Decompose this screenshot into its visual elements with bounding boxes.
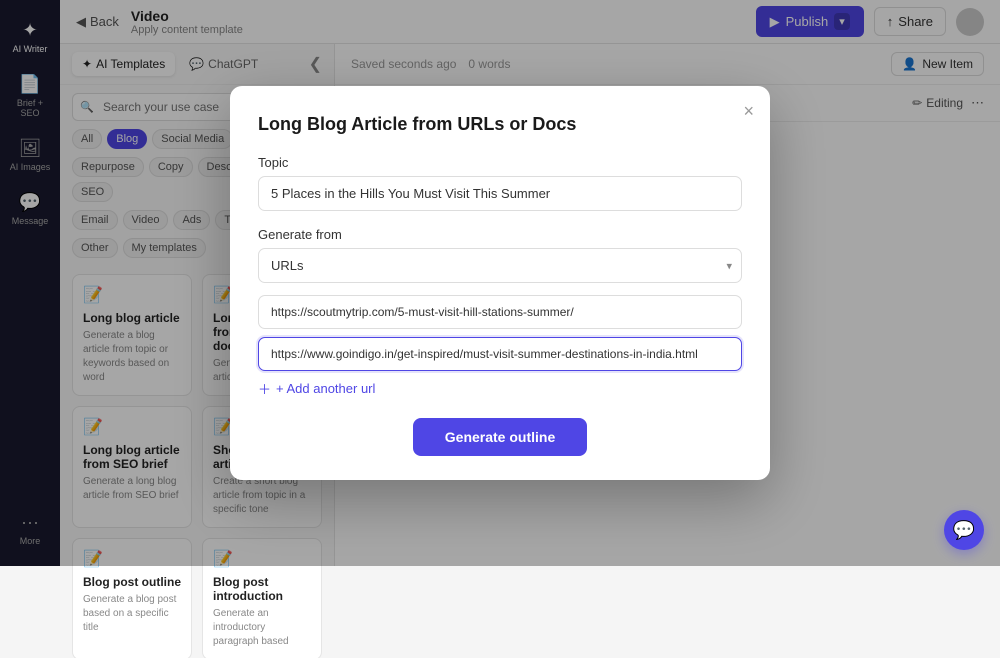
modal: × Long Blog Article from URLs or Docs To… bbox=[230, 86, 770, 480]
chat-bubble[interactable]: 💬 bbox=[944, 510, 984, 550]
generate-outline-button[interactable]: Generate outline bbox=[413, 418, 587, 456]
card-desc-blog-intro: Generate an introductory paragraph based bbox=[213, 607, 311, 649]
generate-from-wrapper: URLs Documents ▾ bbox=[258, 248, 742, 283]
add-url-button[interactable]: ＋ + Add another url bbox=[258, 379, 375, 398]
generate-from-select[interactable]: URLs Documents bbox=[258, 248, 742, 283]
topic-label: Topic bbox=[258, 155, 742, 170]
card-title-blog-outline: Blog post outline bbox=[83, 575, 181, 589]
modal-title: Long Blog Article from URLs or Docs bbox=[258, 114, 742, 135]
url-input-1[interactable] bbox=[258, 295, 742, 329]
modal-overlay[interactable]: × Long Blog Article from URLs or Docs To… bbox=[0, 0, 1000, 566]
topic-input[interactable] bbox=[258, 176, 742, 211]
add-url-label: + Add another url bbox=[276, 381, 375, 396]
url-input-2[interactable] bbox=[258, 337, 742, 371]
card-title-blog-intro: Blog post introduction bbox=[213, 575, 311, 603]
modal-close-button[interactable]: × bbox=[743, 102, 754, 120]
plus-icon: ＋ bbox=[258, 379, 271, 398]
generate-from-label: Generate from bbox=[258, 227, 742, 242]
card-desc-blog-outline: Generate a blog post based on a specific… bbox=[83, 593, 181, 635]
chat-icon: 💬 bbox=[953, 520, 975, 541]
